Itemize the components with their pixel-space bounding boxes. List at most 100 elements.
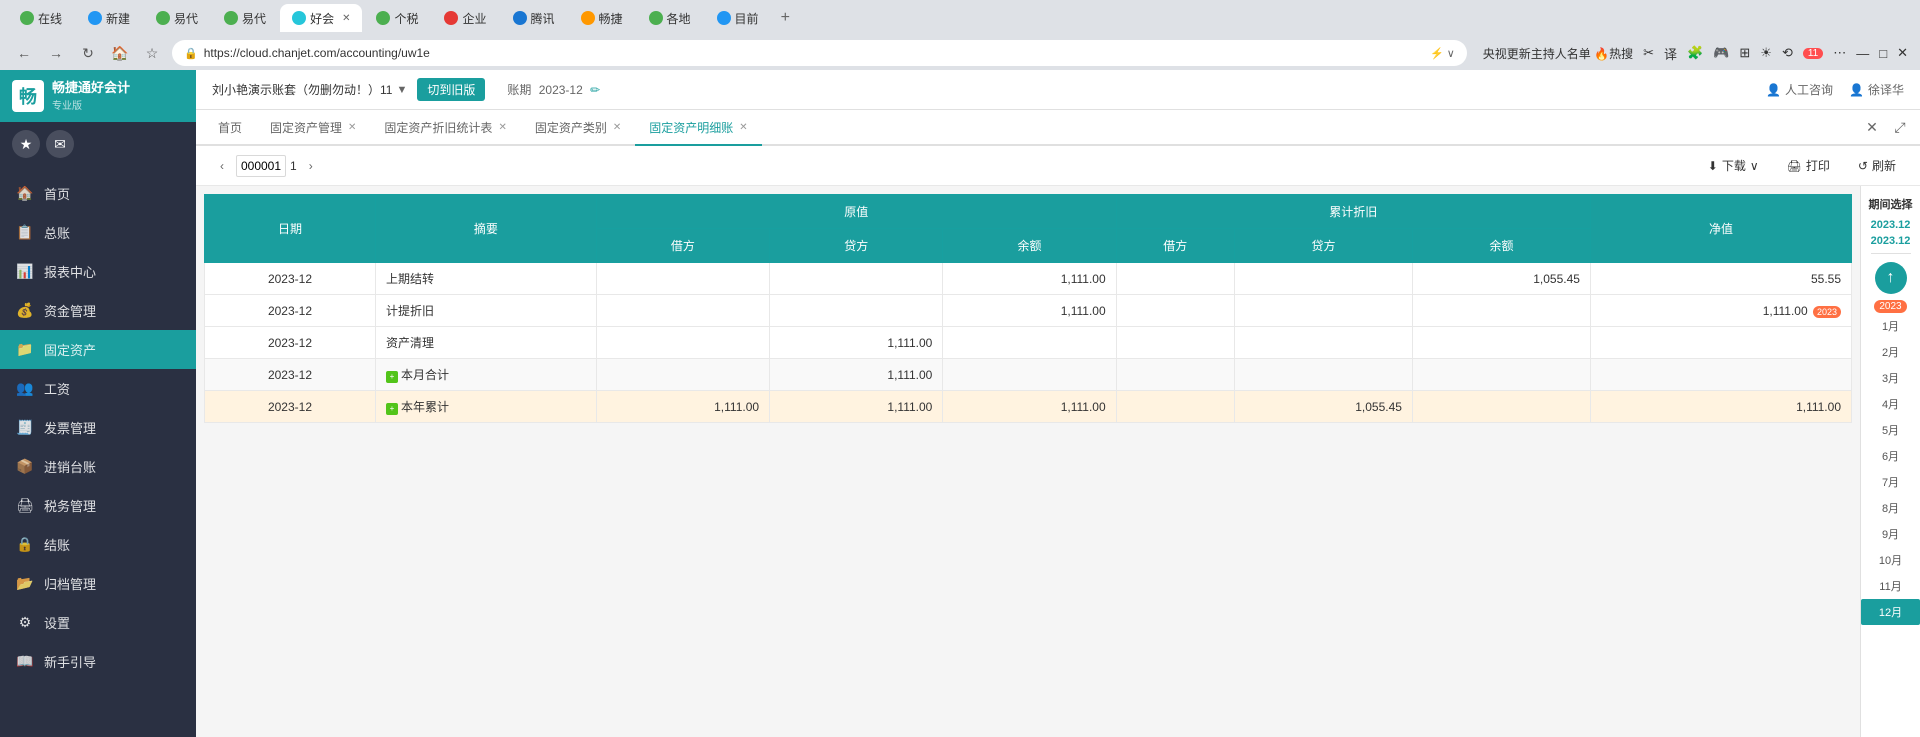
address-input[interactable]: 🔒 https://cloud.chanjet.com/accounting/u… [172, 40, 1467, 66]
home-button[interactable]: 🏠 [108, 41, 132, 65]
page-tab-asset-mgmt[interactable]: 固定资产管理 ✕ [256, 111, 370, 146]
browser-tab-8[interactable]: 畅捷 [569, 4, 635, 32]
sidebar-item-archive[interactable]: 📂 归档管理 [0, 564, 196, 603]
sidebar-item-tax[interactable]: 🖨 税务管理 [0, 486, 196, 525]
cell-acc-balance: 1,055.45 [1412, 263, 1590, 295]
pager-code-input[interactable] [236, 155, 286, 177]
account-select[interactable]: 刘小艳演示账套（勿删勿动！）11 ▼ [212, 81, 407, 98]
help-btn[interactable]: 👤 人工咨询 [1766, 81, 1833, 98]
minimize-btn[interactable]: — [1856, 46, 1869, 61]
fixed-assets-icon: 📁 [16, 341, 34, 359]
sidebar-item-settings[interactable]: ⚙ 设置 [0, 603, 196, 642]
menu-btn[interactable]: ⋯ [1833, 45, 1846, 61]
sidebar-item-invoice[interactable]: 🧾 发票管理 [0, 408, 196, 447]
period-up-btn[interactable]: ↑ [1875, 262, 1907, 294]
browser-tab-5[interactable]: 个税 [364, 4, 430, 32]
sidebar-item-guide[interactable]: 📖 新手引导 [0, 642, 196, 681]
sidebar-item-reports[interactable]: 📊 报表中心 [0, 252, 196, 291]
ledger-icon: 📋 [16, 224, 34, 242]
pager-prev[interactable]: ‹ [212, 156, 232, 176]
maximize-btn[interactable]: □ [1879, 46, 1887, 61]
period-month-2[interactable]: 2月 [1861, 339, 1920, 365]
period-month-6[interactable]: 6月 [1861, 443, 1920, 469]
browser-tab-10[interactable]: 目前 [705, 4, 771, 32]
back-button[interactable]: ← [12, 41, 36, 65]
page-tab-close-2[interactable]: ✕ [498, 122, 506, 133]
browser-tab-0[interactable]: 在线 [8, 4, 74, 32]
cell-acc-debit [1116, 391, 1234, 423]
extension-btn[interactable]: 🧩 [1687, 45, 1703, 61]
cell-acc-debit [1116, 359, 1234, 391]
sidebar-item-home[interactable]: 🏠 首页 [0, 174, 196, 213]
close-btn[interactable]: ✕ [1897, 45, 1908, 61]
browser-tab-4[interactable]: 好会 ✕ [280, 4, 362, 32]
cell-date: 2023-12 [205, 359, 376, 391]
browser-tab-9[interactable]: 各地 [637, 4, 703, 32]
badge-count: 11 [1803, 48, 1823, 59]
switch-version-btn[interactable]: 切到旧版 [417, 78, 485, 101]
page-tab-detail-ledger[interactable]: 固定资产明细账 ✕ [635, 111, 761, 146]
browser-tab-6[interactable]: 企业 [432, 4, 498, 32]
period-month-8[interactable]: 8月 [1861, 495, 1920, 521]
cell-orig-debit [596, 359, 769, 391]
page-tab-close-4[interactable]: ✕ [739, 122, 747, 133]
page-tab-depreciation[interactable]: 固定资产折旧统计表 ✕ [370, 111, 520, 146]
period-month-1[interactable]: 1月 [1861, 313, 1920, 339]
archive-icon: 📂 [16, 575, 34, 593]
expand-icon[interactable]: ⤢ [1888, 115, 1912, 139]
cell-date: 2023-12 [205, 295, 376, 327]
period-month-4[interactable]: 4月 [1861, 391, 1920, 417]
sidebar-item-fixed-assets[interactable]: 📁 固定资产 [0, 330, 196, 369]
new-tab-button[interactable]: + [773, 5, 798, 31]
sidebar-extra-star[interactable]: ★ [12, 130, 40, 158]
period-edit-icon[interactable]: ✏ [590, 83, 600, 97]
sidebar-logo: 畅 [12, 80, 44, 112]
download-btn[interactable]: ⬇ 下载 ∨ [1700, 154, 1767, 177]
period-month-11[interactable]: 11月 [1861, 573, 1920, 599]
period-month-7[interactable]: 7月 [1861, 469, 1920, 495]
period-month-12[interactable]: 12月 [1861, 599, 1920, 625]
period-month-10[interactable]: 10月 [1861, 547, 1920, 573]
bookmark-button[interactable]: ☆ [140, 41, 164, 65]
browser-tab-7[interactable]: 腾讯 [501, 4, 567, 32]
sun-btn[interactable]: ☀ [1760, 45, 1772, 61]
history-btn[interactable]: ⟲ [1782, 45, 1793, 61]
cell-orig-credit [770, 263, 943, 295]
period-month-3[interactable]: 3月 [1861, 365, 1920, 391]
sidebar-item-closing[interactable]: 🔒 结账 [0, 525, 196, 564]
period-month-9[interactable]: 9月 [1861, 521, 1920, 547]
grid-btn[interactable]: ⊞ [1739, 45, 1750, 61]
sidebar-item-funds[interactable]: 💰 资金管理 [0, 291, 196, 330]
pager-next[interactable]: › [301, 156, 321, 176]
browser-tab-close-4[interactable]: ✕ [342, 13, 350, 24]
sidebar-menu: 🏠 首页 📋 总账 📊 报表中心 💰 资金管理 📁 固定资产 👥 工资 [0, 166, 196, 737]
table-row-subtotal: 2023-12 +本月合计 1,111.00 [205, 359, 1852, 391]
sidebar-item-purchase-sales[interactable]: 📦 进销台账 [0, 447, 196, 486]
collapse-icon[interactable]: ✕ [1860, 115, 1884, 139]
period-month-5[interactable]: 5月 [1861, 417, 1920, 443]
page-tab-category[interactable]: 固定资产类别 ✕ [521, 111, 635, 146]
page-tab-close-3[interactable]: ✕ [613, 122, 621, 133]
page-tab-close-1[interactable]: ✕ [348, 122, 356, 133]
period-panel-label: 期间选择 [1867, 194, 1915, 217]
cell-acc-balance [1412, 295, 1590, 327]
cell-orig-balance [943, 359, 1116, 391]
forward-button[interactable]: → [44, 41, 68, 65]
sidebar-item-general-ledger[interactable]: 📋 总账 [0, 213, 196, 252]
page-tab-home[interactable]: 首页 [204, 111, 256, 146]
browser-tab-3[interactable]: 易代 [212, 4, 278, 32]
translate-btn[interactable]: 译 [1664, 44, 1677, 63]
sidebar-extra-msg[interactable]: ✉ [46, 130, 74, 158]
user-profile-btn[interactable]: 👤 徐译华 [1849, 81, 1904, 98]
print-btn[interactable]: 🖨 打印 [1779, 154, 1838, 177]
table-row: 2023-12 计提折旧 1,111.00 1,111.00 2023 [205, 295, 1852, 327]
scissors-btn[interactable]: ✂ [1643, 45, 1654, 61]
year-badge: 2023 [1813, 306, 1841, 318]
browser-tab-2[interactable]: 易代 [144, 4, 210, 32]
reload-button[interactable]: ↻ [76, 41, 100, 65]
game-btn[interactable]: 🎮 [1713, 45, 1729, 61]
browser-tab-1[interactable]: 新建 [76, 4, 142, 32]
sidebar-item-payroll[interactable]: 👥 工资 [0, 369, 196, 408]
pager: ‹ 1 › [212, 155, 321, 177]
refresh-btn[interactable]: ↺ 刷新 [1850, 154, 1904, 177]
